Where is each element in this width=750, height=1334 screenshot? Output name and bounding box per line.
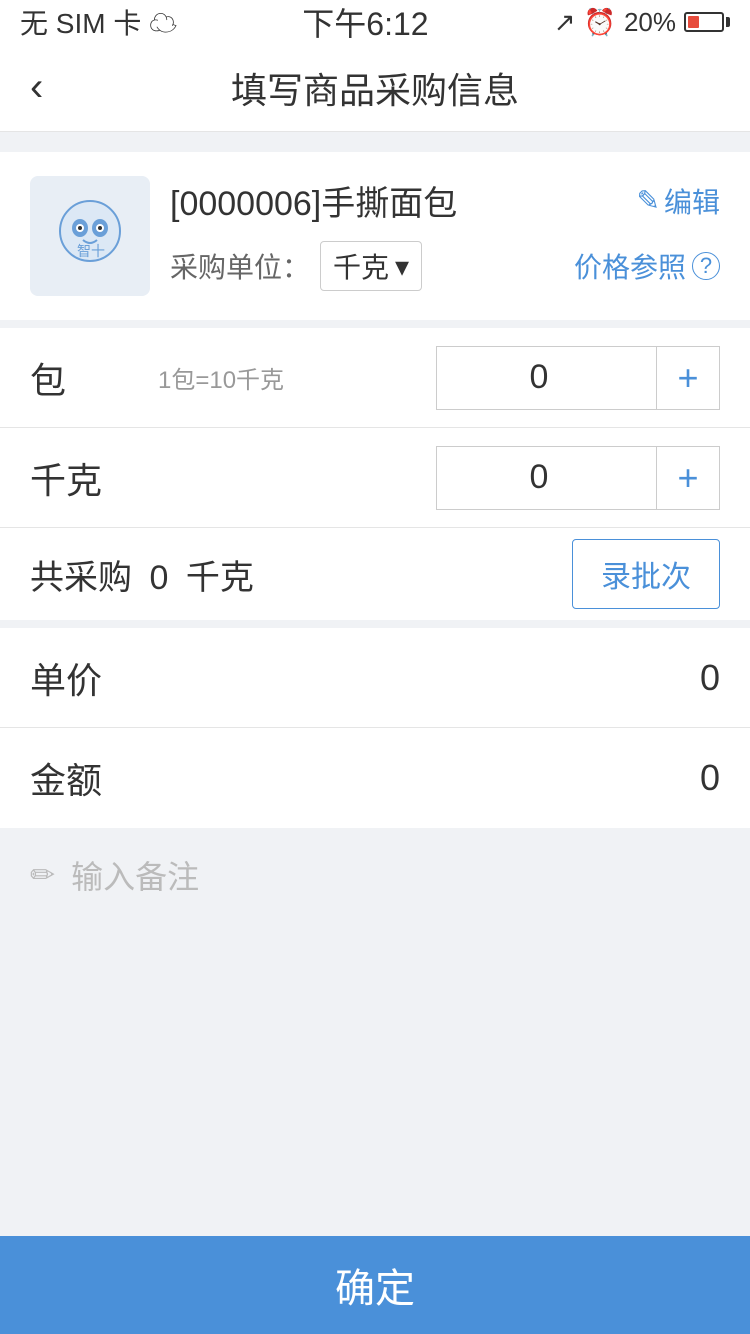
price-ref-label: 价格参照 [574, 246, 686, 286]
price-ref-button[interactable]: 价格参照 ? [574, 246, 720, 286]
summary-row: 共采购 0 千克 录批次 [0, 528, 750, 628]
product-name: [0000006]手撕面包 [170, 176, 457, 225]
bag-plus-button[interactable]: + [656, 346, 720, 410]
bag-input-control: + [284, 346, 720, 410]
unit-price-value: 0 [700, 657, 720, 699]
kg-plus-button[interactable]: + [656, 446, 720, 510]
notes-icon: ✏ [30, 858, 55, 893]
svg-text:智十: 智十 [77, 243, 105, 259]
unit-value: 千克 [333, 246, 389, 286]
product-card: 智十 [0000006]手撕面包 ✎ 编辑 采购单位： 千克 ▾ 价格参照 [0, 152, 750, 328]
product-thumbnail: 智十 [30, 176, 150, 296]
product-thumb-logo: 智十 [55, 196, 125, 276]
bag-quantity-input[interactable] [436, 346, 656, 410]
product-name-row: [0000006]手撕面包 ✎ 编辑 [170, 176, 720, 225]
unit-select[interactable]: 千克 ▾ [320, 241, 422, 291]
input-section: 包 1包=10千克 + 千克 + [0, 328, 750, 528]
status-right: ↗ ⏰ 20% [554, 7, 730, 38]
kg-label: 千克 [30, 452, 150, 504]
page-title: 填写商品采购信息 [231, 62, 519, 114]
summary-label: 共采购 [30, 559, 132, 597]
price-ref-help-icon: ? [692, 252, 720, 280]
amount-value: 0 [700, 757, 720, 799]
confirm-button[interactable]: 确定 [335, 1256, 415, 1314]
bag-input-row: 包 1包=10千克 + [0, 328, 750, 428]
unit-price-label: 单价 [30, 652, 102, 704]
back-button[interactable]: ‹ [30, 65, 43, 110]
battery-percent: 20% [624, 7, 676, 38]
status-time: 下午6:12 [302, 0, 428, 45]
amount-row: 金额 0 [0, 728, 750, 828]
confirm-bar[interactable]: 确定 [0, 1236, 750, 1334]
summary-text: 共采购 0 千克 [30, 550, 254, 599]
product-code: [0000006] [170, 185, 321, 223]
edit-label: 编辑 [664, 181, 720, 221]
dropdown-icon: ▾ [395, 250, 409, 283]
bag-sub-label: 1包=10千克 [158, 360, 284, 395]
product-title: 手撕面包 [321, 185, 457, 223]
price-section: 单价 0 金额 0 [0, 628, 750, 828]
status-bar: 无 SIM 卡 ☁ 下午6:12 ↗ ⏰ 20% [0, 0, 750, 44]
edit-button[interactable]: ✎ 编辑 [637, 181, 720, 221]
bag-label: 包 [30, 352, 150, 404]
product-unit-row: 采购单位： 千克 ▾ 价格参照 ? [170, 241, 720, 291]
summary-unit: 千克 [186, 559, 254, 597]
battery-indicator [684, 12, 730, 32]
status-left: 无 SIM 卡 ☁ [20, 2, 177, 42]
alarm-icon: ⏰ [584, 7, 616, 38]
edit-icon: ✎ [637, 184, 660, 217]
location-icon: ↗ [554, 7, 576, 38]
empty-content-area [0, 922, 750, 1222]
nav-bar: ‹ 填写商品采购信息 [0, 44, 750, 132]
notes-section[interactable]: ✏ 输入备注 [0, 828, 750, 922]
batch-button[interactable]: 录批次 [572, 539, 720, 609]
product-info: [0000006]手撕面包 ✎ 编辑 采购单位： 千克 ▾ 价格参照 ? [170, 176, 720, 291]
summary-amount: 0 [149, 559, 168, 597]
kg-input-row: 千克 + [0, 428, 750, 528]
kg-quantity-input[interactable] [436, 446, 656, 510]
unit-prefix: 采购单位： [170, 246, 310, 286]
unit-price-row: 单价 0 [0, 628, 750, 728]
kg-input-control: + [150, 446, 720, 510]
notes-placeholder: 输入备注 [71, 852, 199, 898]
amount-label: 金额 [30, 752, 102, 804]
sim-label: 无 SIM 卡 ☁ [20, 2, 177, 42]
